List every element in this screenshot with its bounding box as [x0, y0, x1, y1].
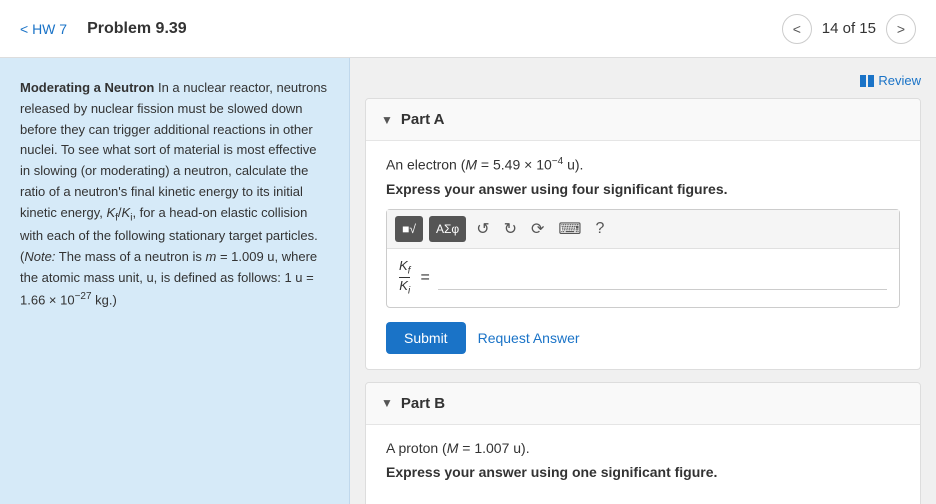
- alpha-sigma-button[interactable]: AΣφ: [429, 216, 466, 242]
- left-panel: Moderating a Neutron In a nuclear reacto…: [0, 58, 350, 504]
- main-layout: Moderating a Neutron In a nuclear reacto…: [0, 58, 936, 504]
- undo-button[interactable]: ↺: [472, 217, 493, 241]
- prev-button[interactable]: <: [782, 14, 812, 44]
- next-button[interactable]: >: [886, 14, 916, 44]
- fraction-icon: ■√: [402, 222, 416, 236]
- left-panel-title: Moderating a Neutron: [20, 80, 154, 95]
- fraction-denominator: Ki: [399, 279, 410, 297]
- top-bar-left: < HW 7 Problem 9.39: [20, 20, 187, 38]
- part-a-toolbar: ■√ AΣφ ↺ ↻ ⟳: [387, 210, 899, 249]
- part-a-content: An electron (M = 5.49 × 10−4 u). Express…: [366, 141, 920, 369]
- right-panel: Review ▼ Part A An electron (M = 5.49 × …: [350, 58, 936, 504]
- part-b-label: Part B: [401, 395, 445, 412]
- part-b-header[interactable]: ▼ Part B: [366, 383, 920, 425]
- part-a-problem-text: An electron (M = 5.49 × 10−4 u).: [386, 156, 900, 173]
- help-button[interactable]: ?: [592, 218, 609, 240]
- problem-title: Problem 9.39: [87, 20, 187, 38]
- review-link[interactable]: Review: [860, 73, 921, 88]
- part-a-answer-area: ■√ AΣφ ↺ ↻ ⟳: [386, 209, 900, 308]
- help-icon: ?: [596, 220, 605, 238]
- reset-icon: ⟳: [531, 219, 544, 239]
- request-answer-link[interactable]: Request Answer: [478, 330, 580, 346]
- part-a-arrow: ▼: [381, 113, 393, 127]
- part-b-arrow: ▼: [381, 396, 393, 410]
- answer-fraction-label: Kf Ki: [399, 259, 410, 297]
- answer-fraction: Kf Ki: [399, 259, 410, 297]
- review-bar: Review: [365, 68, 921, 98]
- undo-icon: ↺: [476, 219, 489, 239]
- part-a-label: Part A: [401, 111, 445, 128]
- fraction-button[interactable]: ■√: [395, 216, 423, 242]
- equals-sign: =: [420, 269, 429, 287]
- answer-input[interactable]: [438, 265, 887, 290]
- redo-icon: ↻: [504, 219, 517, 239]
- answer-input-row: Kf Ki =: [387, 249, 899, 307]
- part-a-section: ▼ Part A An electron (M = 5.49 × 10−4 u)…: [365, 98, 921, 370]
- part-b-section: ▼ Part B A proton (M = 1.007 u). Express…: [365, 382, 921, 504]
- keyboard-button[interactable]: ⌨: [554, 217, 585, 241]
- part-a-instruction: Express your answer using four significa…: [386, 181, 900, 197]
- keyboard-icon: ⌨: [558, 219, 581, 239]
- submit-button[interactable]: Submit: [386, 322, 466, 354]
- alpha-sigma-icon: AΣφ: [436, 222, 459, 236]
- hw-link[interactable]: < HW 7: [20, 21, 67, 37]
- review-icon: [860, 75, 874, 87]
- review-label: Review: [878, 73, 921, 88]
- top-bar: < HW 7 Problem 9.39 < 14 of 15 >: [0, 0, 936, 58]
- part-b-instruction: Express your answer using one significan…: [386, 464, 900, 480]
- part-b-content: A proton (M = 1.007 u). Express your ans…: [366, 425, 920, 504]
- buttons-row: Submit Request Answer: [386, 322, 900, 354]
- part-b-problem-text: A proton (M = 1.007 u).: [386, 440, 900, 456]
- fraction-numerator: Kf: [399, 259, 410, 277]
- part-a-header[interactable]: ▼ Part A: [366, 99, 920, 141]
- redo-button[interactable]: ↻: [500, 217, 521, 241]
- top-bar-right: < 14 of 15 >: [782, 14, 916, 44]
- page-count: 14 of 15: [822, 20, 876, 37]
- reset-button[interactable]: ⟳: [527, 217, 548, 241]
- left-panel-text: Moderating a Neutron In a nuclear reacto…: [20, 78, 329, 311]
